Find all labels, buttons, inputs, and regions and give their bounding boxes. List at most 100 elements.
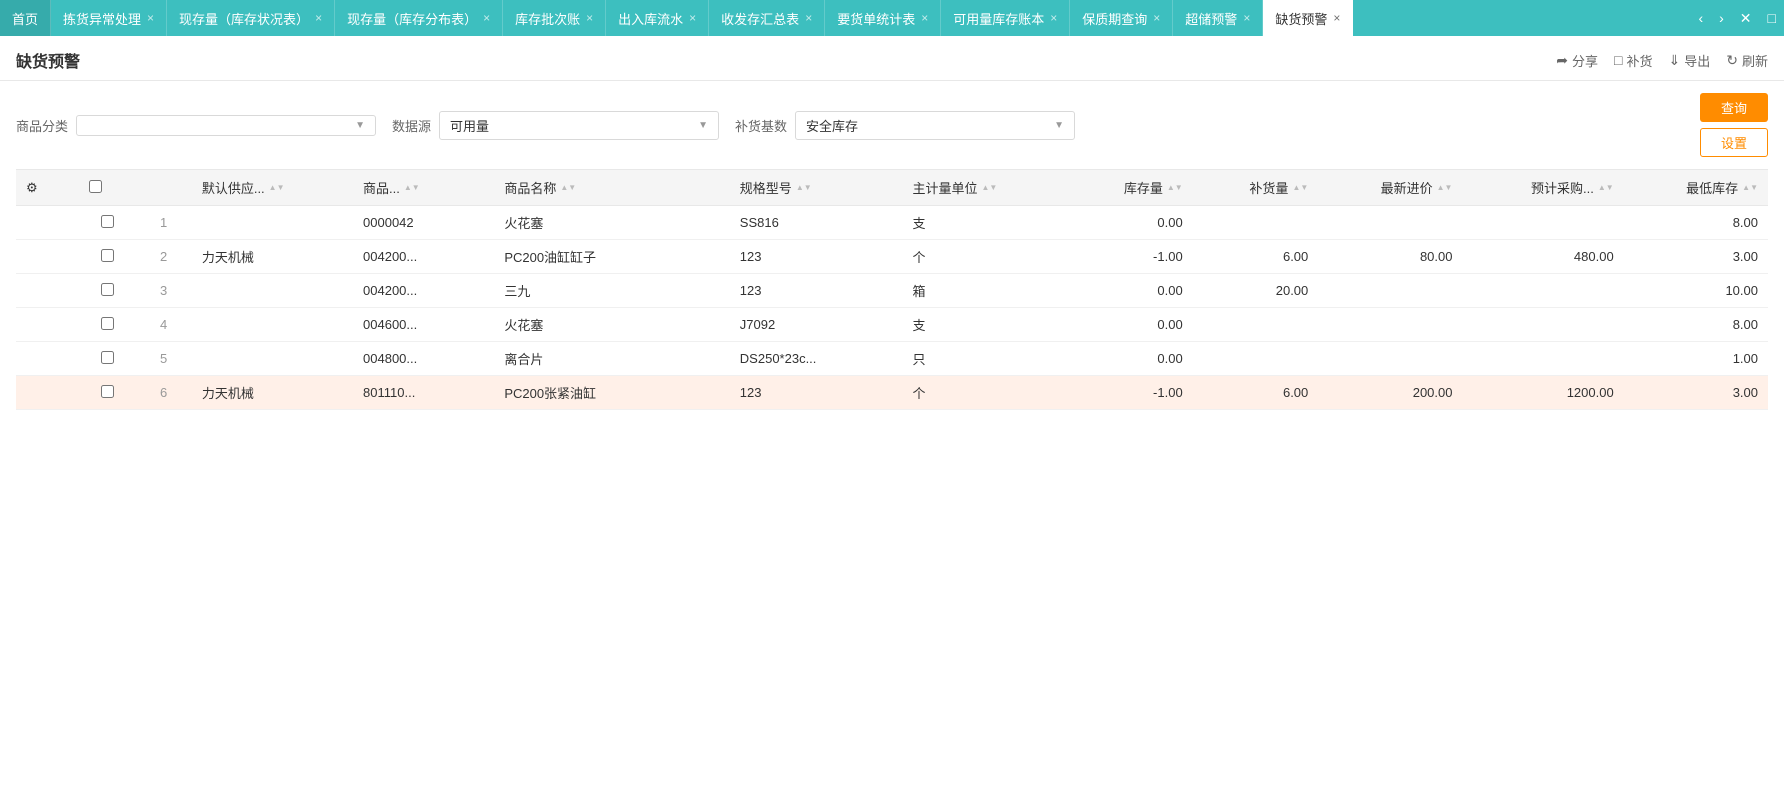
col-min-stock-sort[interactable]: 最低库存 ▲▼ [1686,178,1758,197]
header-actions: ➦ 分享 □ 补货 ⇓ 导出 ↻ 刷新 [1556,51,1768,70]
query-button[interactable]: 查询 [1700,93,1768,122]
share-icon: ➦ [1556,52,1568,69]
tab-maximize[interactable]: □ [1760,0,1784,36]
row-checkbox-cell[interactable] [79,376,136,410]
export-button[interactable]: ⇓ 导出 [1669,51,1711,70]
col-replenish-header[interactable]: 补货量 ▲▼ [1193,170,1319,206]
close-tab-expiry-query[interactable]: × [1153,11,1160,25]
row-checkbox[interactable] [101,317,114,330]
tab-overstock-warning[interactable]: 超储预警 × [1173,0,1263,36]
row-checkbox-cell[interactable] [79,240,136,274]
col-latest-price-header[interactable]: 最新进价 ▲▼ [1318,170,1462,206]
tab-scroll-right[interactable]: › [1711,0,1732,36]
replenish-button[interactable]: □ 补货 [1614,51,1652,70]
replenish-base-select[interactable]: 安全库存 ▼ [795,111,1075,140]
row-unit: 箱 [902,274,1067,308]
row-checkbox-cell[interactable] [79,206,136,240]
col-unit-sort[interactable]: 主计量单位 ▲▼ [912,178,997,197]
tab-current-stock-dist[interactable]: 现存量（库存分布表） × [335,0,503,36]
row-checkbox[interactable] [101,215,114,228]
col-name-sort[interactable]: 商品名称 ▲▼ [504,178,576,197]
table-row[interactable]: 1 0000042 火花塞 SS816 支 0.00 8.00 [16,206,1768,240]
tab-available-ledger[interactable]: 可用量库存账本 × [941,0,1070,36]
close-tab-available-ledger[interactable]: × [1050,11,1057,25]
row-checkbox[interactable] [101,385,114,398]
settings-gear-icon[interactable]: ⚙ [26,180,38,195]
col-stock-header[interactable]: 库存量 ▲▼ [1067,170,1193,206]
datasource-select-arrow-icon: ▼ [698,120,708,131]
datasource-select[interactable]: 可用量 ▼ [439,111,719,140]
tab-pick-exception[interactable]: 拣货异常处理 × [51,0,167,36]
tab-bar: 首页 拣货异常处理 × 现存量（库存状况表） × 现存量（库存分布表） × 库存… [0,0,1784,36]
row-checkbox[interactable] [101,249,114,262]
close-tab-pick-exception[interactable]: × [147,11,154,25]
page-title: 缺货预警 [16,48,80,72]
replenish-base-select-arrow-icon: ▼ [1054,120,1064,131]
col-min-stock-header[interactable]: 最低库存 ▲▼ [1624,170,1768,206]
table-row[interactable]: 3 004200... 三九 123 箱 0.00 20.00 10.00 [16,274,1768,308]
tab-home[interactable]: 首页 [0,0,51,36]
select-all-checkbox[interactable] [89,180,102,193]
col-unit-header[interactable]: 主计量单位 ▲▼ [902,170,1067,206]
tab-expiry-query[interactable]: 保质期查询 × [1070,0,1173,36]
forecast-sort-icon: ▲▼ [1598,184,1614,192]
tab-batch-account[interactable]: 库存批次账 × [503,0,606,36]
row-checkbox[interactable] [101,351,114,364]
tab-scroll-left[interactable]: ‹ [1690,0,1711,36]
tab-current-stock-status[interactable]: 现存量（库存状况表） × [167,0,335,36]
tab-demand-stats[interactable]: 要货单统计表 × [825,0,941,36]
row-name: 离合片 [494,342,729,376]
close-tab-shortage-warning[interactable]: × [1333,11,1340,25]
tab-close-all[interactable]: ✕ [1732,0,1760,36]
row-settings-cell [16,274,79,308]
close-tab-receive-summary[interactable]: × [805,11,812,25]
tab-shortage-warning[interactable]: 缺货预警 × [1263,0,1353,36]
replenish-icon: □ [1614,52,1622,68]
col-code-sort[interactable]: 商品... ▲▼ [363,178,420,197]
close-tab-batch-account[interactable]: × [586,11,593,25]
row-supplier [192,342,353,376]
category-select[interactable]: ▼ [76,115,376,136]
col-check-header[interactable] [79,170,136,206]
col-code-header[interactable]: 商品... ▲▼ [353,170,494,206]
close-tab-current-stock-dist[interactable]: × [483,11,490,25]
latest-price-sort-icon: ▲▼ [1437,184,1453,192]
col-name-header[interactable]: 商品名称 ▲▼ [494,170,729,206]
col-stock-sort[interactable]: 库存量 ▲▼ [1124,178,1183,197]
row-unit: 个 [902,376,1067,410]
tab-inout-flow[interactable]: 出入库流水 × [606,0,709,36]
row-min-stock: 3.00 [1624,240,1768,274]
close-tab-overstock-warning[interactable]: × [1243,11,1250,25]
col-supplier-sort[interactable]: 默认供应... ▲▼ [202,178,285,197]
col-supplier-header[interactable]: 默认供应... ▲▼ [192,170,353,206]
row-latest-price [1318,308,1462,342]
settings-button[interactable]: 设置 [1700,128,1768,157]
col-replenish-sort[interactable]: 补货量 ▲▼ [1249,178,1308,197]
col-settings-header[interactable]: ⚙ [16,170,79,206]
col-forecast-sort[interactable]: 预计采购... ▲▼ [1531,178,1614,197]
col-forecast-header[interactable]: 预计采购... ▲▼ [1462,170,1623,206]
row-forecast: 480.00 [1462,240,1623,274]
row-spec: 123 [730,240,903,274]
share-button[interactable]: ➦ 分享 [1556,51,1598,70]
tab-receive-summary[interactable]: 收发存汇总表 × [709,0,825,36]
table-row[interactable]: 6 力天机械 801110... PC200张紧油缸 123 个 -1.00 6… [16,376,1768,410]
row-checkbox-cell[interactable] [79,274,136,308]
table-row[interactable]: 4 004600... 火花塞 J7092 支 0.00 8.00 [16,308,1768,342]
row-checkbox[interactable] [101,283,114,296]
row-checkbox-cell[interactable] [79,308,136,342]
table-row[interactable]: 5 004800... 离合片 DS250*23c... 只 0.00 1.00 [16,342,1768,376]
replenish-base-label: 补货基数 [735,116,787,135]
col-latest-price-sort[interactable]: 最新进价 ▲▼ [1381,178,1453,197]
table-row[interactable]: 2 力天机械 004200... PC200油缸缸子 123 个 -1.00 6… [16,240,1768,274]
col-spec-sort[interactable]: 规格型号 ▲▼ [740,178,812,197]
row-checkbox-cell[interactable] [79,342,136,376]
close-tab-inout-flow[interactable]: × [689,11,696,25]
row-code: 004600... [353,308,494,342]
refresh-button[interactable]: ↻ 刷新 [1726,51,1768,70]
row-replenish [1193,308,1319,342]
close-tab-demand-stats[interactable]: × [921,11,928,25]
close-tab-current-stock-status[interactable]: × [315,11,322,25]
col-spec-header[interactable]: 规格型号 ▲▼ [730,170,903,206]
row-name: 火花塞 [494,308,729,342]
